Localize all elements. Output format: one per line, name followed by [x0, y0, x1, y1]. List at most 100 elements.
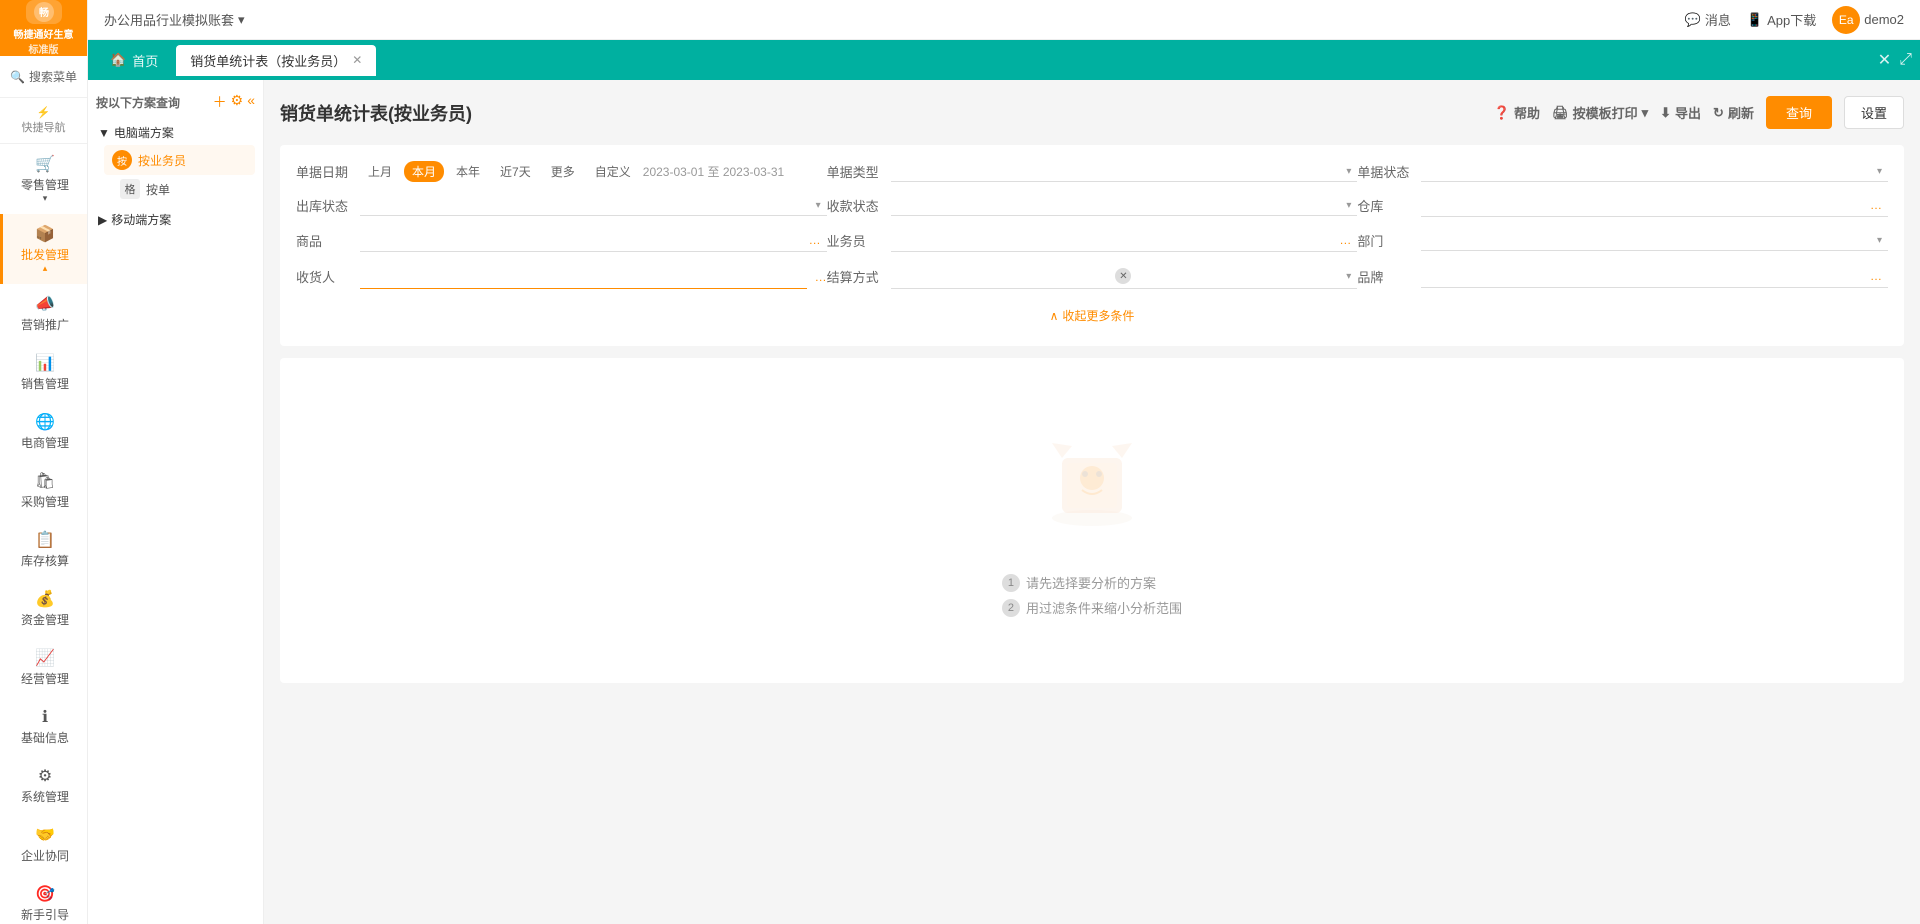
dept-select[interactable]: ▾	[1421, 231, 1888, 251]
mobile-scheme-header[interactable]: ▶ 移动端方案	[96, 207, 255, 232]
sidebar-item-inventory[interactable]: 📋 库存核算	[0, 520, 87, 579]
collapse-up-icon: ∧	[1050, 309, 1059, 323]
doc-type-chevron: ▾	[1346, 166, 1351, 177]
mobile-scheme-arrow: ▶	[98, 213, 107, 227]
doc-status-select[interactable]: ▾	[1421, 162, 1888, 182]
breadcrumb-text: 办公用品行业模拟账套	[104, 10, 234, 29]
dept-chevron: ▾	[1877, 235, 1882, 246]
empty-state: 1 请先选择要分析的方案 2 用过滤条件来缩小分析范围	[280, 358, 1904, 683]
pc-scheme-header[interactable]: ▼ 电脑端方案	[96, 120, 255, 145]
finance-icon: 💰	[35, 589, 55, 609]
tab-sales-stat[interactable]: 销货单统计表（按业务员） ✕	[176, 45, 376, 76]
collapse-panel-button[interactable]: «	[247, 92, 255, 112]
search-icon: 🔍	[10, 70, 25, 84]
wholesale-icon: 📦	[35, 224, 55, 244]
breadcrumb-dropdown[interactable]: 办公用品行业模拟账套 ▾	[104, 10, 245, 29]
collapse-more-button[interactable]: ∧ 收起更多条件	[1044, 301, 1141, 330]
tabbar-actions: ✕ ⤢	[1878, 50, 1912, 70]
message-button[interactable]: 💬 消息	[1685, 10, 1731, 29]
app-download-button[interactable]: 📱 App下载	[1747, 10, 1816, 29]
print-icon: 🖨	[1552, 105, 1569, 121]
help-icon: ❓	[1494, 105, 1510, 121]
search-menu-button[interactable]: 🔍 搜索菜单	[6, 64, 81, 89]
sidebar-item-retail[interactable]: 🛒 零售管理 ▾	[0, 144, 87, 214]
search-area[interactable]: 🔍 搜索菜单	[0, 56, 87, 98]
salesman-select[interactable]: …	[891, 229, 1358, 252]
scheme-item-by-order[interactable]: 格 按单	[112, 175, 255, 203]
salesman-scheme-icon: 按	[112, 150, 132, 170]
close-window-button[interactable]: ✕	[1878, 50, 1891, 70]
sidebar-item-wholesale[interactable]: 📦 批发管理 ▴	[0, 214, 87, 284]
sidebar-item-operation[interactable]: 📈 经营管理	[0, 638, 87, 697]
pc-scheme-arrow: ▼	[98, 126, 110, 140]
sidebar-item-system[interactable]: ⚙ 系统管理	[0, 756, 87, 815]
settlement-select[interactable]: ✕ ▾	[891, 264, 1358, 289]
sidebar-item-finance[interactable]: 💰 资金管理	[0, 579, 87, 638]
export-icon: ⬇	[1660, 105, 1671, 121]
date-btn-last-month[interactable]: 上月	[360, 161, 400, 182]
right-panel: 销货单统计表(按业务员) ❓ 帮助 🖨 按模板打印 ▾ ⬇ 导出	[264, 80, 1920, 924]
brand-more[interactable]: …	[1870, 269, 1882, 283]
page-title: 销货单统计表(按业务员)	[280, 100, 472, 126]
date-btn-custom[interactable]: 自定义	[587, 161, 639, 182]
out-status-chevron: ▾	[816, 200, 821, 211]
warehouse-more[interactable]: …	[1870, 198, 1882, 212]
user-name: demo2	[1864, 12, 1904, 27]
add-scheme-button[interactable]: ＋	[213, 92, 227, 112]
refresh-icon: ↻	[1713, 105, 1724, 121]
app-name: 畅捷通好生意	[14, 26, 74, 41]
export-button[interactable]: ⬇ 导出	[1660, 103, 1701, 122]
topbar-left: 办公用品行业模拟账套 ▾	[104, 10, 245, 29]
settlement-chevron: ▾	[1346, 271, 1351, 282]
sidebar-item-sales[interactable]: 📊 销售管理	[0, 343, 87, 402]
doc-type-label: 单据类型	[827, 162, 883, 181]
pc-scheme-group: ▼ 电脑端方案 按 按业务员 格 按单 ▶ 移动端方案	[96, 120, 255, 232]
out-status-select[interactable]: ▾	[360, 196, 827, 216]
doc-type-select[interactable]: ▾	[891, 162, 1358, 182]
sidebar-item-purchase[interactable]: 🛍 采购管理	[0, 461, 87, 520]
filter-salesman: 业务员 …	[827, 229, 1358, 252]
settlement-clear-button[interactable]: ✕	[1115, 268, 1131, 284]
left-panel-actions: ＋ ⚙ «	[213, 92, 255, 112]
quick-nav[interactable]: ⚡ 快捷导航	[0, 98, 87, 144]
scheme-settings-button[interactable]: ⚙	[231, 92, 244, 112]
date-btn-last-7[interactable]: 近7天	[492, 161, 539, 182]
filter-settlement: 结算方式 ✕ ▾	[827, 264, 1358, 289]
sidebar-item-basic[interactable]: ℹ 基础信息	[0, 697, 87, 756]
expand-window-button[interactable]: ⤢	[1899, 51, 1912, 69]
warehouse-select[interactable]: …	[1421, 194, 1888, 217]
sidebar-item-enterprise[interactable]: 🤝 企业协同	[0, 815, 87, 874]
tab-close-icon[interactable]: ✕	[352, 53, 362, 67]
date-btn-this-year[interactable]: 本年	[448, 161, 488, 182]
user-menu[interactable]: Ea demo2	[1832, 6, 1904, 34]
tabbar: 🏠 首页 销货单统计表（按业务员） ✕ ✕ ⤢	[88, 40, 1920, 80]
settings-button[interactable]: 设置	[1844, 96, 1904, 129]
query-button[interactable]: 查询	[1766, 96, 1832, 129]
receiver-input[interactable]	[360, 265, 807, 289]
salesman-more[interactable]: …	[1339, 233, 1351, 247]
goods-more[interactable]: …	[809, 233, 821, 247]
collect-status-label: 收款状态	[827, 196, 883, 215]
print-button[interactable]: 🖨 按模板打印 ▾	[1552, 103, 1648, 122]
filter-row-4: 收货人 … 结算方式 ✕ ▾ 品牌	[296, 264, 1888, 289]
sidebar-item-ecommerce[interactable]: 🌐 电商管理	[0, 402, 87, 461]
scheme-item-by-salesman[interactable]: 按 按业务员	[104, 145, 255, 175]
receiver-label: 收货人	[296, 267, 352, 286]
sidebar-item-newguide[interactable]: 🎯 新手引导	[0, 874, 87, 924]
left-panel-header: 按以下方案查询 ＋ ⚙ «	[96, 92, 255, 112]
tab-home[interactable]: 🏠 首页	[96, 45, 172, 76]
date-btn-this-month[interactable]: 本月	[404, 161, 444, 182]
tab-sales-stat-label: 销货单统计表（按业务员）	[190, 51, 346, 70]
date-btn-more[interactable]: 更多	[543, 161, 583, 182]
refresh-button[interactable]: ↻ 刷新	[1713, 103, 1754, 122]
pc-scheme-label: 电脑端方案	[114, 124, 174, 141]
collect-status-select[interactable]: ▾	[891, 196, 1358, 216]
sidebar-item-marketing[interactable]: 📣 营销推广	[0, 284, 87, 343]
receiver-more[interactable]: …	[815, 270, 827, 284]
goods-select[interactable]: …	[360, 229, 827, 252]
brand-select[interactable]: …	[1421, 265, 1888, 288]
help-button[interactable]: ❓ 帮助	[1494, 103, 1540, 122]
filter-form: 单据日期 上月 本月 本年 近7天 更多 自定义 2023-03-01 至 20…	[280, 145, 1904, 346]
content-area: 按以下方案查询 ＋ ⚙ « ▼ 电脑端方案 按 按业务员 格 按单	[88, 80, 1920, 924]
filter-dept: 部门 ▾	[1357, 231, 1888, 251]
